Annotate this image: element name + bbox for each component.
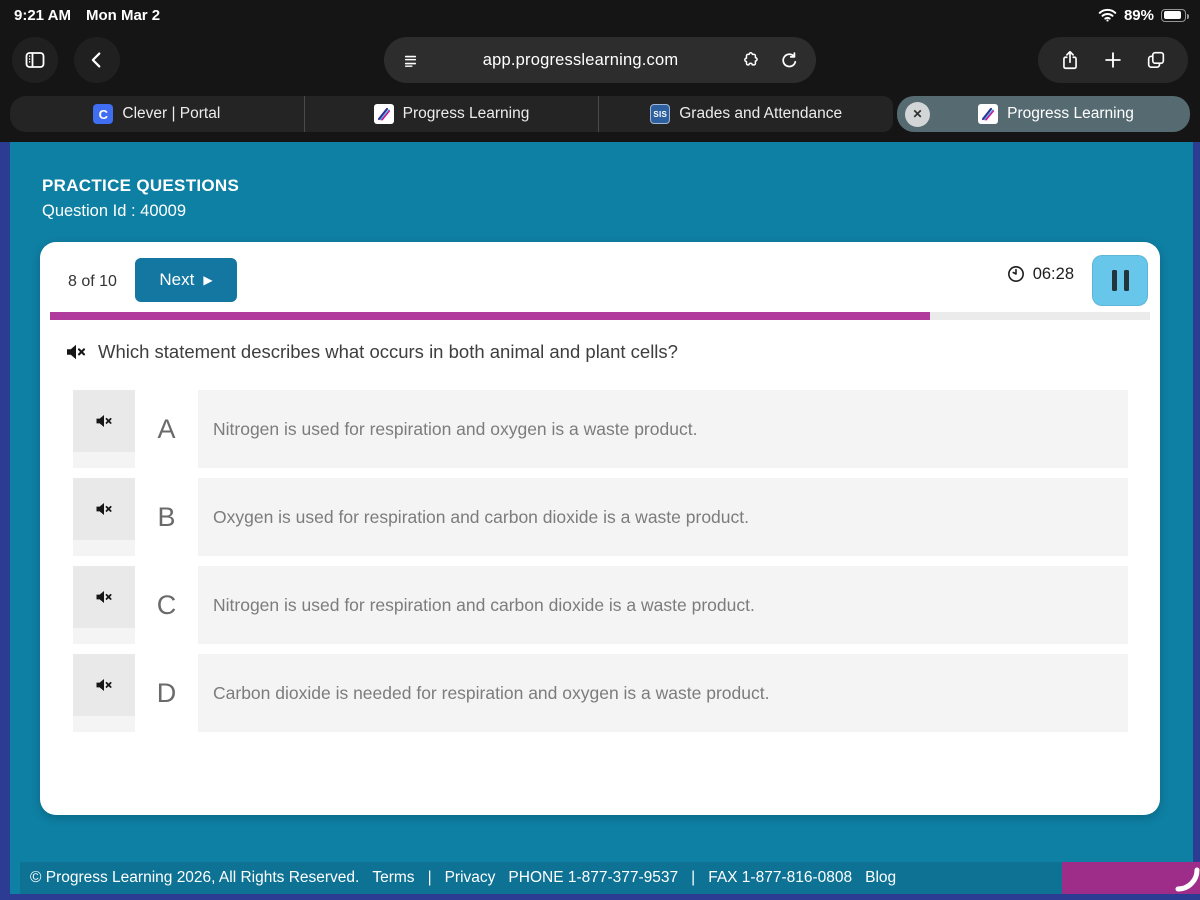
pause-button[interactable]: [1092, 255, 1148, 306]
tab-bar: C Clever | Portal Progress Learning SIS …: [0, 96, 1200, 132]
question-text: Which statement describes what occurs in…: [98, 341, 678, 362]
mute-icon[interactable]: [73, 566, 135, 628]
answer-row-d[interactable]: D Carbon dioxide is needed for respirati…: [73, 654, 1128, 732]
timer-value: 06:28: [1032, 264, 1074, 283]
tab-clever-portal[interactable]: C Clever | Portal: [10, 96, 304, 132]
chevron-left-icon: [86, 49, 108, 71]
new-tab-button[interactable]: [1102, 49, 1124, 71]
footer-fax: FAX 1-877-816-0808: [708, 869, 853, 886]
page-background: PRACTICE QUESTIONS Question Id : 40009 8…: [10, 142, 1200, 894]
answer-row-b[interactable]: B Oxygen is used for respiration and car…: [73, 478, 1128, 556]
mute-icon[interactable]: [64, 340, 88, 364]
battery-icon: [1161, 8, 1189, 22]
mute-icon[interactable]: [73, 390, 135, 452]
status-date: Mon Mar 2: [85, 6, 161, 24]
page-footer: © Progress Learning 2026, All Rights Res…: [20, 862, 1200, 894]
tabs-overview-button[interactable]: [1145, 49, 1167, 71]
screen: 9:21 AM Mon Mar 2 89% app.progresslearni…: [0, 0, 1200, 900]
sis-icon: SIS: [650, 104, 671, 124]
answer-letter: A: [135, 390, 198, 468]
footer-phone: PHONE 1-877-377-9537: [508, 869, 679, 886]
question-id: Question Id : 40009: [42, 202, 187, 220]
feedback-widget-button[interactable]: [1062, 862, 1200, 894]
wifi-icon: [1098, 8, 1117, 22]
status-time: 9:21 AM: [14, 6, 71, 24]
mute-icon[interactable]: [73, 654, 135, 716]
answer-text: Nitrogen is used for respiration and oxy…: [213, 418, 698, 439]
tab-label: Clever | Portal: [122, 105, 221, 122]
footer-separator: |: [427, 869, 432, 886]
copyright-text: © Progress Learning 2026, All Rights Res…: [30, 869, 360, 886]
reader-icon[interactable]: [400, 50, 421, 71]
mute-icon[interactable]: [73, 478, 135, 540]
tab-label: Grades and Attendance: [679, 105, 843, 122]
close-tab-button[interactable]: ✕: [905, 101, 930, 127]
close-icon: ✕: [912, 107, 923, 121]
answer-letter: B: [135, 478, 198, 556]
browser-toolbar: app.progresslearning.com: [0, 30, 1200, 94]
answer-row-a[interactable]: A Nitrogen is used for respiration and o…: [73, 390, 1128, 468]
question-row: Which statement describes what occurs in…: [64, 340, 678, 364]
tab-group: C Clever | Portal Progress Learning SIS …: [10, 96, 893, 132]
progress-learning-icon: [978, 104, 999, 124]
tab-progress-learning[interactable]: Progress Learning: [303, 96, 599, 132]
address-bar[interactable]: app.progresslearning.com: [384, 37, 816, 83]
sidebar-toggle-button[interactable]: [12, 37, 58, 83]
tab-grades-attendance[interactable]: SIS Grades and Attendance: [598, 96, 893, 132]
sidebar-icon: [23, 48, 47, 72]
web-page: PRACTICE QUESTIONS Question Id : 40009 8…: [0, 142, 1200, 900]
next-button[interactable]: Next ▶: [135, 258, 237, 302]
answer-letter: D: [135, 654, 198, 732]
widget-arc-icon: [1175, 867, 1200, 892]
footer-separator: |: [691, 869, 696, 886]
toolbar-actions: [1038, 37, 1188, 83]
pause-icon: [1111, 270, 1117, 291]
next-button-label: Next: [159, 270, 195, 289]
answer-text: Nitrogen is used for respiration and car…: [213, 594, 755, 615]
terms-link[interactable]: Terms: [372, 869, 414, 887]
clock-icon: [1006, 264, 1026, 284]
battery-percent: 89%: [1123, 6, 1154, 24]
status-bar: 9:21 AM Mon Mar 2 89%: [0, 0, 1200, 30]
progress-bar-fill: [50, 312, 930, 320]
clever-icon: C: [93, 104, 114, 124]
page-title: PRACTICE QUESTIONS: [42, 176, 240, 195]
answer-text: Oxygen is used for respiration and carbo…: [213, 506, 749, 527]
play-icon: ▶: [203, 273, 213, 287]
tab-label: Progress Learning: [1007, 105, 1134, 122]
tab-label: Progress Learning: [402, 105, 530, 122]
reload-icon[interactable]: [779, 50, 800, 71]
answer-letter: C: [135, 566, 198, 644]
progress-learning-icon: [373, 104, 394, 124]
answer-row-c[interactable]: C Nitrogen is used for respiration and c…: [73, 566, 1128, 644]
back-button[interactable]: [74, 37, 120, 83]
answer-text: Carbon dioxide is needed for respiration…: [213, 682, 770, 703]
extensions-icon[interactable]: [740, 50, 761, 71]
url-text[interactable]: app.progresslearning.com: [421, 51, 740, 70]
tab-progress-learning-active[interactable]: ✕ Progress Learning: [897, 96, 1190, 132]
question-card: 8 of 10 Next ▶ 06:28 Which statement des…: [40, 242, 1160, 815]
timer: 06:28: [1006, 264, 1074, 284]
question-counter: 8 of 10: [68, 273, 117, 290]
progress-bar: [50, 312, 1150, 320]
share-button[interactable]: [1059, 49, 1081, 71]
privacy-link[interactable]: Privacy: [445, 869, 496, 887]
blog-link[interactable]: Blog: [865, 869, 896, 887]
